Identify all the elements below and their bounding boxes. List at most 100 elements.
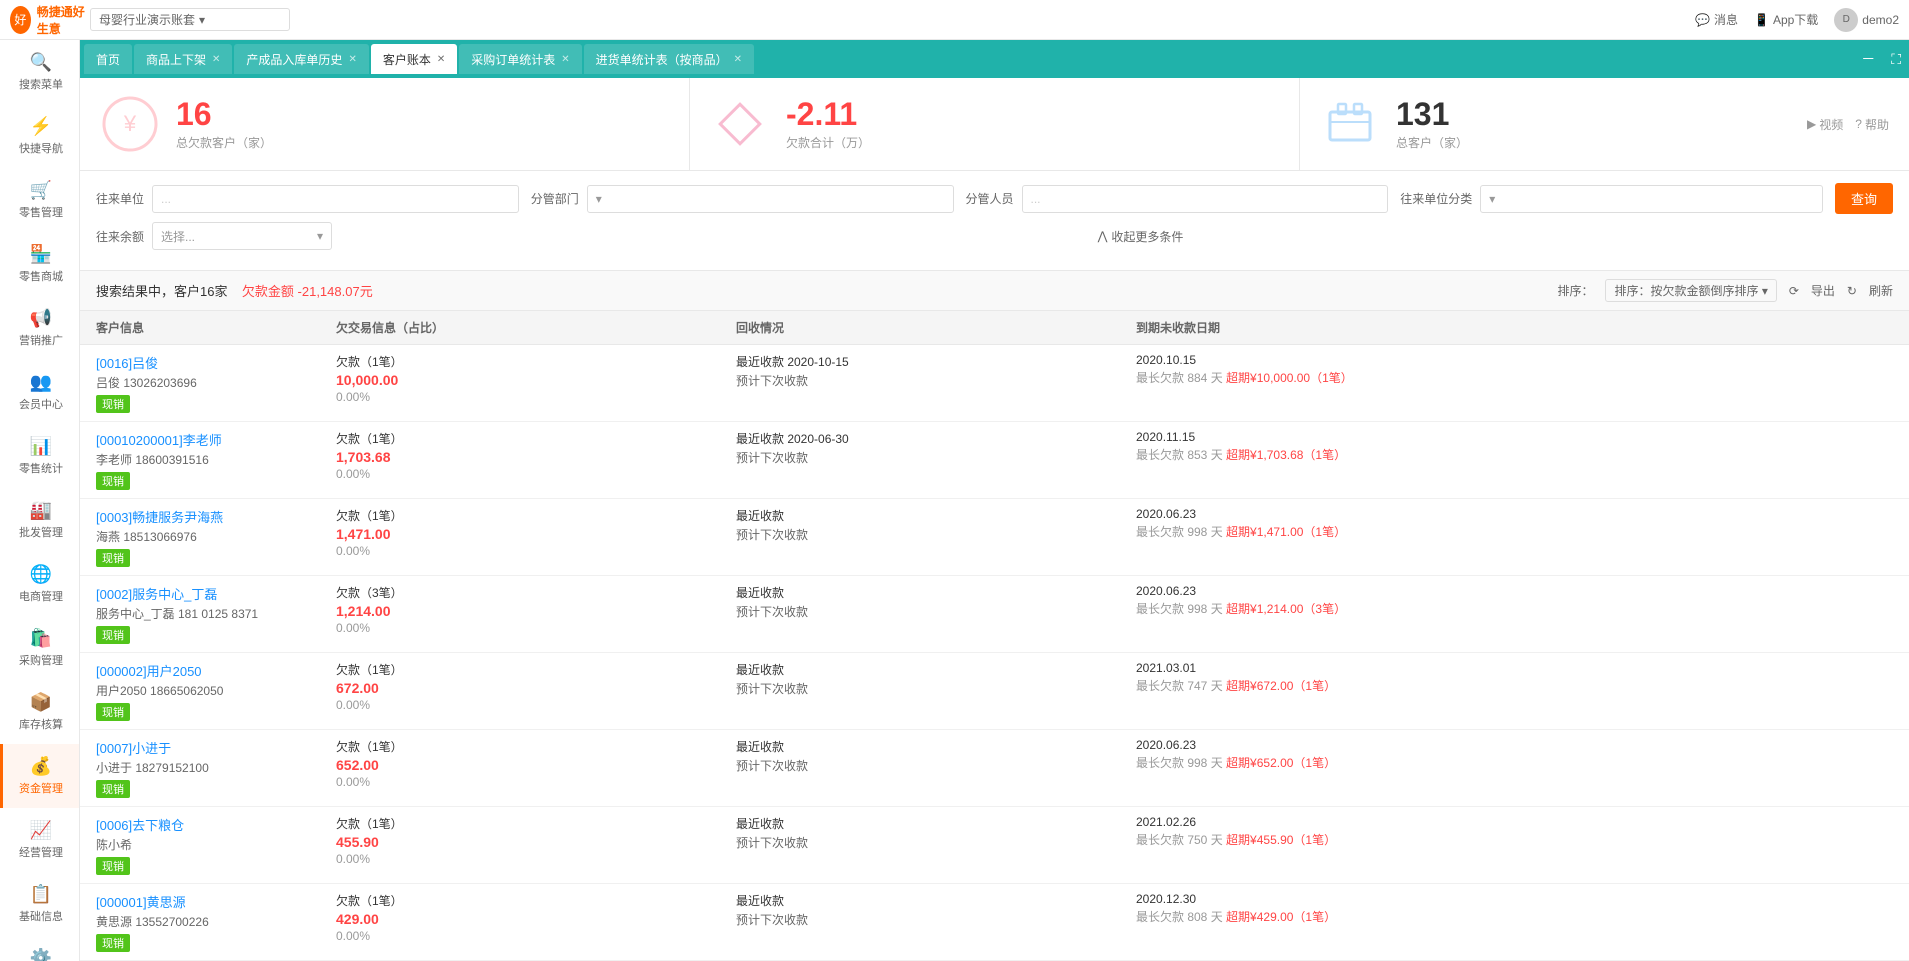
debt-percent-1: 0.00% [336, 467, 736, 481]
sidebar-item-ops[interactable]: 📈 经营管理 [0, 808, 79, 872]
results-actions: 排序： 排序：按欠款金额倒序排序 ▾ ⟳ 导出 ↻ 刷新 [1557, 279, 1893, 302]
sidebar-item-system[interactable]: ⚙️ 系统管理 [0, 936, 79, 961]
export-icon: ⟳ [1789, 284, 1799, 298]
tab-close-production[interactable]: ✕ [348, 54, 356, 65]
payback-next-5: 预计下次收款 [736, 757, 1136, 774]
tab-maximize-btn[interactable]: ⛶ [1887, 51, 1905, 68]
overdue-amount-5[interactable]: 超期¥652.00（1笔） [1226, 756, 1336, 770]
video-action[interactable]: ▶ 视频 [1807, 116, 1843, 133]
col-header-overdue: 到期未收款日期 [1136, 319, 1893, 336]
search-button[interactable]: 查询 [1835, 183, 1893, 214]
payback-next-2: 预计下次收款 [736, 526, 1136, 543]
tab-inbound-stats[interactable]: 进货单统计表（按商品） ✕ [584, 44, 754, 74]
debt-info-3: 欠款（3笔） 1,214.00 0.00% [336, 584, 736, 635]
tab-purchase-order-stats[interactable]: 采购订单统计表 ✕ [459, 44, 581, 74]
person-input[interactable]: ... [1022, 185, 1389, 213]
overdue-amount-7[interactable]: 超期¥429.00（1笔） [1226, 910, 1336, 924]
overdue-amount-3[interactable]: 超期¥1,214.00（3笔） [1226, 602, 1346, 616]
customer-name-5[interactable]: [0007]小进于 [96, 738, 336, 757]
tab-close-products[interactable]: ✕ [212, 54, 220, 65]
overdue-days-2: 最长欠款 998 天 超期¥1,471.00（1笔） [1136, 523, 1893, 540]
tab-minimize-btn[interactable]: － [1857, 49, 1879, 69]
customer-name-7[interactable]: [000001]黄思源 [96, 892, 336, 911]
stat-card-debt-amount: -2.11 欠款合计（万） [690, 78, 1300, 170]
overdue-info-7: 2020.12.30 最长欠款 808 天 超期¥429.00（1笔） [1136, 892, 1893, 925]
sidebar-quick-nav[interactable]: ⚡ 快捷导航 [0, 104, 79, 168]
from-unit-input[interactable]: ... [152, 185, 519, 213]
overdue-amount-2[interactable]: 超期¥1,471.00（1笔） [1226, 525, 1346, 539]
message-action[interactable]: 💬 消息 [1695, 11, 1738, 28]
store-selector[interactable]: 母婴行业演示账套 ▾ [90, 8, 290, 31]
debt-percent-0: 0.00% [336, 390, 736, 404]
customer-info-4: [000002]用户2050 用户2050 18665062050 现销 [96, 661, 336, 721]
user-action[interactable]: D demo2 [1834, 8, 1899, 32]
overdue-days-4: 最长欠款 747 天 超期¥672.00（1笔） [1136, 677, 1893, 694]
overdue-amount-6[interactable]: 超期¥455.90（1笔） [1226, 833, 1336, 847]
customer-name-4[interactable]: [000002]用户2050 [96, 661, 336, 680]
overdue-amount-1[interactable]: 超期¥1,703.68（1笔） [1226, 448, 1346, 462]
sidebar-item-wholesale[interactable]: 🏭 批发管理 [0, 488, 79, 552]
refresh-action[interactable]: 刷新 [1869, 282, 1893, 299]
sidebar-item-stock[interactable]: 📦 库存核算 [0, 680, 79, 744]
debt-info-4: 欠款（1笔） 672.00 0.00% [336, 661, 736, 712]
customer-name-3[interactable]: [0002]服务中心_丁磊 [96, 584, 336, 603]
collapse-button[interactable]: ⋀ 收起更多条件 [1094, 224, 1188, 249]
tab-close-inbound-stats[interactable]: ✕ [734, 54, 742, 65]
debt-percent-5: 0.00% [336, 775, 736, 789]
overdue-date-6: 2021.02.26 [1136, 815, 1893, 829]
tab-products-on-off[interactable]: 商品上下架 ✕ [134, 44, 232, 74]
customer-name-1[interactable]: [00010200001]李老师 [96, 430, 336, 449]
overdue-amount-0[interactable]: 超期¥10,000.00（1笔） [1226, 371, 1353, 385]
tab-customer-account[interactable]: 客户账本 ✕ [371, 44, 457, 74]
sidebar-item-member[interactable]: 👥 会员中心 [0, 360, 79, 424]
stat-debt-amount-info: -2.11 欠款合计（万） [786, 98, 870, 151]
customer-phone-1: 李老师 18600391516 [96, 451, 336, 468]
balance-input[interactable]: 选择... ▾ [152, 222, 332, 250]
payback-next-6: 预计下次收款 [736, 834, 1136, 851]
overdue-days-0: 最长欠款 884 天 超期¥10,000.00（1笔） [1136, 369, 1893, 386]
sidebar-item-ecommerce[interactable]: 🌐 电商管理 [0, 552, 79, 616]
customer-tag-7: 现销 [96, 934, 130, 952]
payback-next-7: 预计下次收款 [736, 911, 1136, 928]
tab-home[interactable]: 首页 [84, 44, 132, 74]
payback-recent-5: 最近收款 [736, 738, 1136, 755]
app-download-action[interactable]: 📱 App下载 [1754, 11, 1818, 28]
dept-input[interactable]: ▾ [587, 185, 954, 213]
collapse-row: ⋀ 收起更多条件 [388, 224, 1893, 249]
overdue-date-0: 2020.10.15 [1136, 353, 1893, 367]
sidebar-item-retail-stats[interactable]: 📊 零售统计 [0, 424, 79, 488]
filter-row-1: 往来单位 ... 分管部门 ▾ 分管人员 [96, 183, 1893, 214]
debt-percent-6: 0.00% [336, 852, 736, 866]
sidebar-search[interactable]: 🔍 搜索菜单 [0, 40, 79, 104]
table-row: [00010200001]李老师 李老师 18600391516 现销 欠款（1… [80, 422, 1909, 499]
sidebar-item-retail-mall[interactable]: 🏪 零售商城 [0, 232, 79, 296]
overdue-days-1: 最长欠款 853 天 超期¥1,703.68（1笔） [1136, 446, 1893, 463]
payback-recent-7: 最近收款 [736, 892, 1136, 909]
help-action[interactable]: ? 帮助 [1855, 116, 1889, 133]
tab-production-history[interactable]: 产成品入库单历史 ✕ [234, 44, 368, 74]
customer-name-6[interactable]: [0006]去下粮仓 [96, 815, 336, 834]
sidebar-item-retail-mgmt[interactable]: 🛒 零售管理 [0, 168, 79, 232]
filter-person: 分管人员 ... [966, 185, 1389, 213]
debt-count-2: 欠款（1笔） [336, 507, 736, 524]
svg-text:¥: ¥ [123, 111, 137, 136]
customer-name-0[interactable]: [0016]吕俊 [96, 353, 336, 372]
tab-close-customer-account[interactable]: ✕ [437, 54, 445, 65]
overdue-days-6: 最长欠款 750 天 超期¥455.90（1笔） [1136, 831, 1893, 848]
table-row: [0016]吕俊 吕俊 13026203696 现销 欠款（1笔） 10,000… [80, 345, 1909, 422]
export-action[interactable]: 导出 [1811, 282, 1835, 299]
tab-close-purchase-stats[interactable]: ✕ [561, 54, 569, 65]
customer-tag-0: 现销 [96, 395, 130, 413]
sidebar-item-purchase[interactable]: 🛍️ 采购管理 [0, 616, 79, 680]
debt-amount-7: 429.00 [336, 911, 736, 927]
customer-name-2[interactable]: [0003]畅捷服务尹海燕 [96, 507, 336, 526]
sidebar-item-capital[interactable]: 💰 资金管理 [0, 744, 79, 808]
customer-phone-5: 小进于 18279152100 [96, 759, 336, 776]
overdue-amount-4[interactable]: 超期¥672.00（1笔） [1226, 679, 1336, 693]
sort-selector[interactable]: 排序：按欠款金额倒序排序 ▾ [1605, 279, 1776, 302]
unit-class-input[interactable]: ▾ [1480, 185, 1823, 213]
debt-amount-2: 1,471.00 [336, 526, 736, 542]
overdue-days-3: 最长欠款 998 天 超期¥1,214.00（3笔） [1136, 600, 1893, 617]
sidebar-item-marketing[interactable]: 📢 营销推广 [0, 296, 79, 360]
sidebar-item-basic-info[interactable]: 📋 基础信息 [0, 872, 79, 936]
